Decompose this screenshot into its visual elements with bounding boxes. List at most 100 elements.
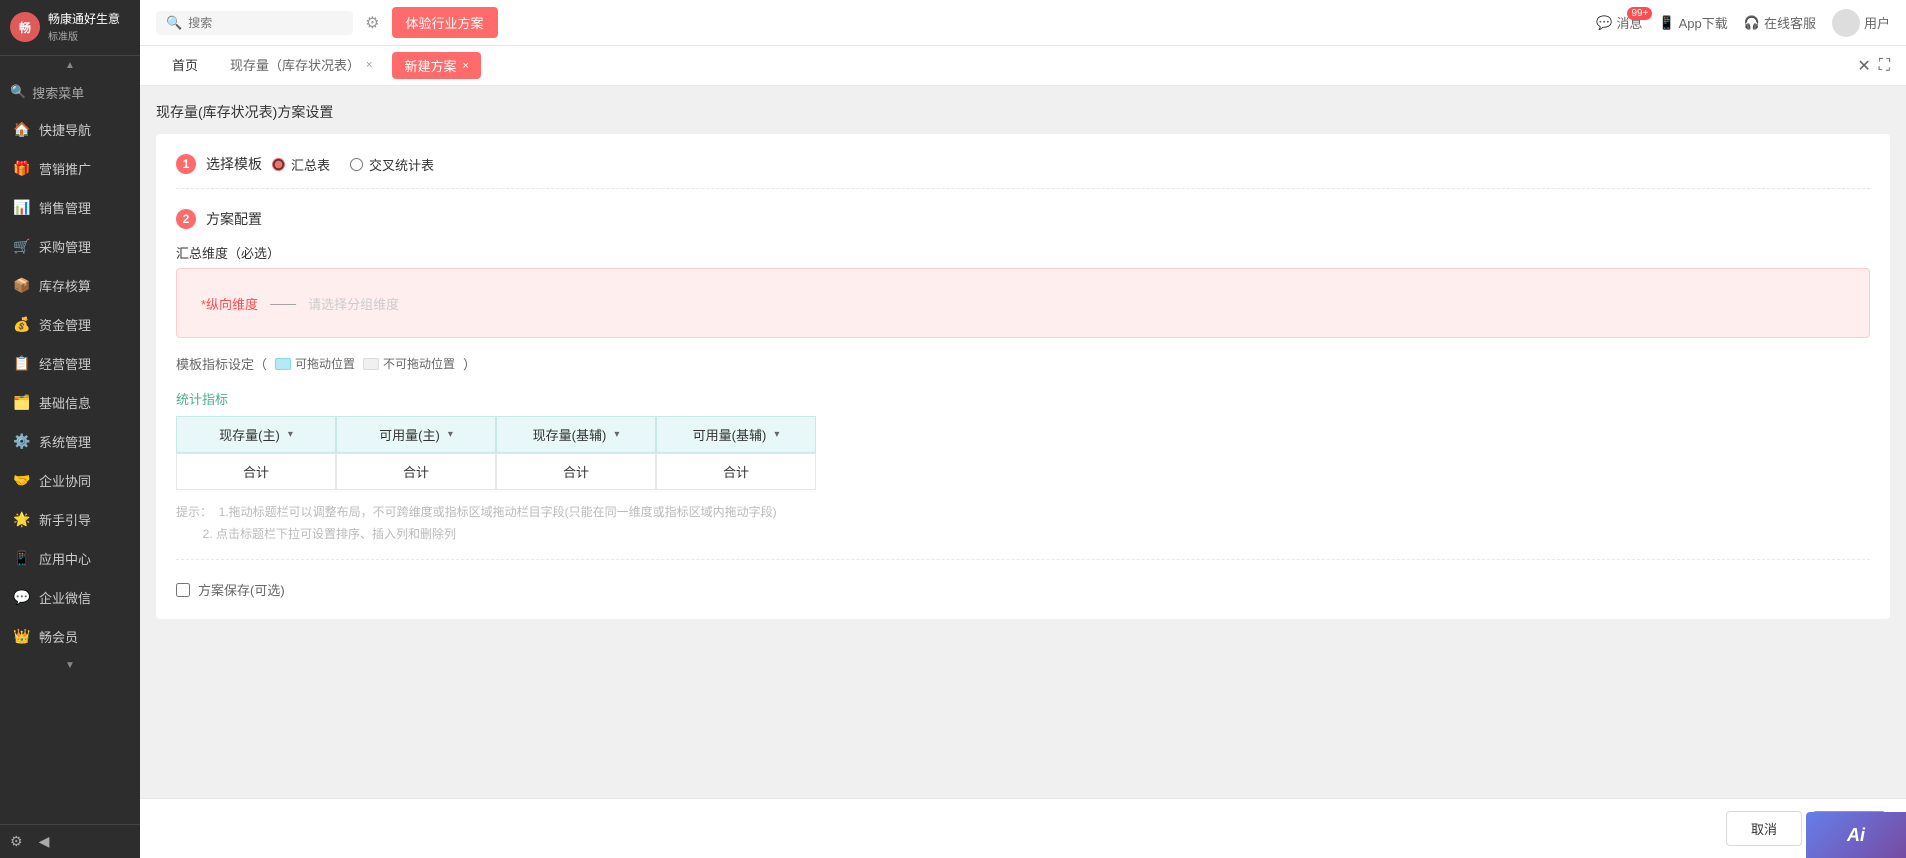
stats-col-header-3[interactable]: 可用量(基辅) ▾ [656,416,816,453]
inventory-icon: 📦 [13,276,31,294]
experience-btn[interactable]: 体验行业方案 [392,7,498,38]
sidebar-search[interactable]: 🔍 搜索菜单 [0,75,140,110]
chevron-down-icon-2: ▾ [614,429,619,440]
page-title: 现存量(库存状况表)方案设置 [156,102,1890,122]
user-menu-btn[interactable]: 用户 [1832,9,1890,37]
tab-new-close-icon[interactable]: × [462,60,468,72]
message-icon: 💬 [1596,15,1612,31]
app-center-icon: 📱 [13,549,31,567]
sidebar: 畅 畅康通好生意 标准版 ▲ 🔍 搜索菜单 🏠 快捷导航 🎁 营销推广 📊 销售… [0,0,140,858]
step2-header: 2 方案配置 [176,209,1870,229]
stats-col-body-2: 合计 [496,453,656,490]
stats-table: 现存量(主) ▾ 可用量(主) ▾ 现存量(基辅) ▾ [176,416,1870,490]
indicator-settings: 模板指标设定（ 可拖动位置 不可拖动位置 ） [176,354,1870,373]
stats-section-label: 统计指标 [176,389,1870,408]
sidebar-item-purchase[interactable]: 🛒 采购管理 [0,227,140,266]
step2-number: 2 [176,209,196,229]
legend-unmovable: 不可拖动位置 [363,355,455,372]
sidebar-scroll-down[interactable]: ▼ [0,656,140,675]
radio-summary[interactable]: 汇总表 [272,155,330,174]
online-service-btn[interactable]: 🎧 在线客服 [1744,13,1816,32]
tab-close-btn[interactable]: ✕ [1857,56,1870,76]
sidebar-item-app-center[interactable]: 📱 应用中心 [0,539,140,578]
message-badge: 99+ [1627,7,1652,20]
settings-icon[interactable]: ⚙ [10,833,23,850]
purchase-icon: 🛒 [13,237,31,255]
topbar-search-input[interactable] [188,16,343,30]
step2-section: 2 方案配置 汇总维度（必选） *纵向维度 —— 请选择分组维度 模板指标设定（ [176,209,1870,560]
stats-col-header-0[interactable]: 现存量(主) ▾ [176,416,336,453]
message-btn[interactable]: 💬 消息 99+ [1596,13,1642,32]
template-radio-group: 汇总表 交叉统计表 [272,155,434,174]
sidebar-item-vip[interactable]: 👑 畅会员 [0,617,140,656]
footer-bar: 取消 查询 [140,798,1906,858]
tip1: 提示： 1.拖动标题栏可以调整布局，不可跨维度或指标区域拖动栏目字段(只能在同一… [176,502,1870,524]
tips-section: 提示： 1.拖动标题栏可以调整布局，不可跨维度或指标区域拖动栏目字段(只能在同一… [176,502,1870,545]
step2-title: 方案配置 [206,209,262,229]
sidebar-scroll-up[interactable]: ▲ [0,56,140,75]
sidebar-item-new-guide[interactable]: 🌟 新手引导 [0,500,140,539]
sidebar-item-sales[interactable]: 📊 销售管理 [0,188,140,227]
avatar [1832,9,1860,37]
base-info-icon: 🗂️ [13,393,31,411]
logo-text: 畅康通好生意 标准版 [48,12,120,43]
sidebar-item-system[interactable]: ⚙️ 系统管理 [0,422,140,461]
sales-icon: 📊 [13,198,31,216]
chevron-down-icon-0: ▾ [288,429,293,440]
sidebar-item-inventory[interactable]: 📦 库存核算 [0,266,140,305]
headset-icon: 🎧 [1744,15,1760,31]
dimension-title: 汇总维度（必选） [176,243,1870,262]
mobile-icon: 📱 [1658,15,1674,31]
tab-fullscreen-btn[interactable]: ⛶ [1879,56,1890,76]
app-download-btn[interactable]: 📱 App下载 [1658,13,1727,32]
topbar-search-icon: 🔍 [166,15,182,31]
sidebar-item-finance[interactable]: 💰 资金管理 [0,305,140,344]
stats-col-body-1: 合计 [336,453,496,490]
step1-number: 1 [176,154,196,174]
dimension-selection-area[interactable]: *纵向维度 —— 请选择分组维度 [176,268,1870,338]
step2-divider [176,559,1870,560]
sidebar-item-quick-nav[interactable]: 🏠 快捷导航 [0,110,140,149]
tabs-right-controls: ✕ ⛶ [1857,56,1890,76]
tip2: 2. 点击标题栏下拉可设置排序、插入列和删除列 [176,524,1870,546]
settings-gear-icon[interactable]: ⚙ [365,13,379,33]
content-area: 现存量(库存状况表)方案设置 1 选择模板 汇总表 交叉统计表 [140,86,1906,798]
tab-home[interactable]: 首页 [156,46,214,86]
sidebar-item-operation[interactable]: 📋 经营管理 [0,344,140,383]
movable-legend-box [275,358,291,370]
save-checkbox[interactable] [176,583,190,597]
sidebar-item-wechat[interactable]: 💬 企业微信 [0,578,140,617]
sidebar-item-marketing[interactable]: 🎁 营销推广 [0,149,140,188]
marketing-icon: 🎁 [13,159,31,177]
ai-floating-btn[interactable]: Ai [1806,812,1906,858]
tab-inventory-status[interactable]: 现存量（库存状况表） × [214,46,388,86]
topbar-search-box[interactable]: 🔍 [156,11,353,35]
chevron-down-icon-1: ▾ [448,429,453,440]
tab-inventory-close-icon[interactable]: × [366,59,372,71]
logo-icon: 畅 [10,12,40,42]
wechat-icon: 💬 [13,588,31,606]
tabs-bar: 首页 现存量（库存状况表） × 新建方案 × ✕ ⛶ [140,46,1906,86]
stats-header-row: 现存量(主) ▾ 可用量(主) ▾ 现存量(基辅) ▾ [176,416,1870,453]
stats-col-body-0: 合计 [176,453,336,490]
quick-nav-icon: 🏠 [13,120,31,138]
tab-new-scheme[interactable]: 新建方案 × [392,52,480,79]
sidebar-item-base-info[interactable]: 🗂️ 基础信息 [0,383,140,422]
stats-col-header-1[interactable]: 可用量(主) ▾ [336,416,496,453]
cancel-button[interactable]: 取消 [1726,811,1802,846]
finance-icon: 💰 [13,315,31,333]
sidebar-bottom: ⚙ ◀ [0,824,140,858]
vip-icon: 👑 [13,627,31,645]
collapse-icon[interactable]: ◀ [39,833,50,850]
sidebar-logo: 畅 畅康通好生意 标准版 [0,0,140,56]
cooperation-icon: 🤝 [13,471,31,489]
save-option: 方案保存(可选) [176,580,1870,599]
unmovable-legend-box [363,358,379,370]
stats-section: 统计指标 现存量(主) ▾ 可用量(主) ▾ [176,389,1870,490]
radio-cross[interactable]: 交叉统计表 [350,155,434,174]
main-area: 🔍 ⚙ 体验行业方案 💬 消息 99+ 📱 App下载 🎧 在线客服 用户 [140,0,1906,858]
stats-col-header-2[interactable]: 现存量(基辅) ▾ [496,416,656,453]
stats-body-row: 合计 合计 合计 合计 [176,453,1870,490]
sidebar-item-cooperation[interactable]: 🤝 企业协同 [0,461,140,500]
search-icon: 🔍 [10,84,26,100]
